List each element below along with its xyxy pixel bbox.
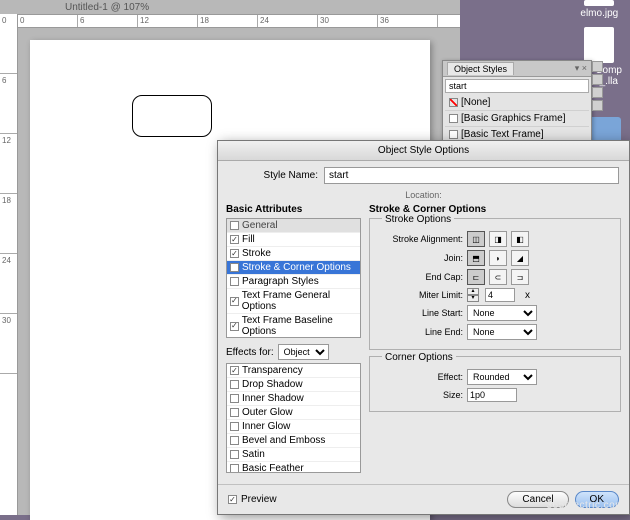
checkbox-icon[interactable] — [230, 235, 239, 244]
join-round-icon[interactable]: ◗ — [489, 250, 507, 266]
checkbox-icon[interactable] — [230, 422, 239, 431]
dialog-title: Object Style Options — [218, 141, 629, 161]
object-style-options-dialog: Object Style Options Style Name: Locatio… — [217, 140, 630, 515]
style-name-input[interactable] — [324, 167, 619, 184]
effect-row[interactable]: Satin — [227, 448, 360, 462]
effect-row[interactable]: Transparency — [227, 364, 360, 378]
attr-row[interactable]: Stroke & Corner Options — [227, 261, 360, 275]
checkbox-icon[interactable] — [230, 408, 239, 417]
basic-attributes-header: Basic Attributes — [226, 204, 361, 215]
attr-row[interactable]: Fill — [227, 233, 360, 247]
effect-row[interactable]: Basic Feather — [227, 462, 360, 473]
line-start-label: Line Start: — [378, 308, 463, 318]
watermark: 365electric.com — [546, 500, 624, 511]
preview-label: Preview — [241, 494, 277, 505]
line-start-select[interactable]: None — [467, 305, 537, 321]
attr-row[interactable]: Paragraph Styles — [227, 275, 360, 289]
panel-tab-object-styles[interactable]: Object Styles — [447, 62, 514, 75]
effect-row[interactable]: Drop Shadow — [227, 378, 360, 392]
image-file-icon — [584, 0, 614, 6]
stroke-options-group: Stroke Options Stroke Alignment: ◫ ◨ ◧ J… — [369, 218, 621, 350]
effects-list[interactable]: TransparencyDrop ShadowInner ShadowOuter… — [226, 363, 361, 473]
align-inside-icon[interactable]: ◨ — [489, 231, 507, 247]
swatch-icon — [449, 130, 458, 139]
corner-options-group: Corner Options Effect: Rounded Size: — [369, 356, 621, 412]
join-label: Join: — [378, 253, 463, 263]
attr-row[interactable]: Text Frame General Options — [227, 289, 360, 314]
line-end-label: Line End: — [378, 327, 463, 337]
attr-row[interactable]: Stroke — [227, 247, 360, 261]
effect-row[interactable]: Inner Glow — [227, 420, 360, 434]
join-miter-icon[interactable]: ⬒ — [467, 250, 485, 266]
panel-side-btn[interactable] — [592, 100, 603, 111]
miter-stepper[interactable]: ▴▾ — [467, 288, 479, 302]
align-center-icon[interactable]: ◫ — [467, 231, 485, 247]
panel-side-buttons — [592, 61, 605, 111]
preview-checkbox[interactable] — [228, 495, 237, 504]
endcap-label: End Cap: — [378, 272, 463, 282]
align-outside-icon[interactable]: ◧ — [511, 231, 529, 247]
attr-row[interactable]: General — [227, 219, 360, 233]
checkbox-icon[interactable] — [230, 380, 239, 389]
checkbox-icon[interactable] — [230, 394, 239, 403]
checkbox-icon[interactable] — [230, 464, 239, 473]
style-name-label: Style Name: — [228, 170, 318, 181]
ruler-horizontal: 061218243036 — [18, 14, 460, 28]
effects-for-label: Effects for: — [226, 347, 274, 358]
effect-row[interactable]: Outer Glow — [227, 406, 360, 420]
miter-x-label: x — [525, 290, 530, 301]
rounded-rectangle-object[interactable] — [132, 95, 212, 137]
cap-butt-icon[interactable]: ⊏ — [467, 269, 485, 285]
checkbox-icon[interactable] — [230, 366, 239, 375]
style-row-none[interactable]: [None] — [445, 95, 589, 111]
cap-project-icon[interactable]: ⊐ — [511, 269, 529, 285]
checkbox-icon[interactable] — [230, 249, 239, 258]
swatch-icon — [449, 114, 458, 123]
effect-row[interactable]: Inner Shadow — [227, 392, 360, 406]
corner-size-input[interactable] — [467, 388, 517, 402]
location-label: Location: — [218, 190, 629, 204]
style-row-graphics[interactable]: [Basic Graphics Frame] — [445, 111, 589, 127]
effects-for-select[interactable]: Object — [278, 344, 329, 360]
desktop-file-elmo[interactable]: elmo.jpg — [577, 0, 622, 19]
panel-side-btn[interactable] — [592, 61, 603, 72]
corner-effect-label: Effect: — [378, 372, 463, 382]
none-swatch-icon — [449, 98, 458, 107]
ruler-vertical: 0612182430 — [0, 14, 18, 515]
checkbox-icon[interactable] — [230, 450, 239, 459]
effect-row[interactable]: Bevel and Emboss — [227, 434, 360, 448]
panel-filter-field[interactable]: start — [445, 79, 589, 93]
document-title: Untitled-1 @ 107% — [65, 2, 149, 13]
corner-size-label: Size: — [378, 390, 463, 400]
checkbox-icon[interactable] — [230, 436, 239, 445]
checkbox-icon[interactable] — [230, 221, 239, 230]
line-end-select[interactable]: None — [467, 324, 537, 340]
cap-round-icon[interactable]: ⊂ — [489, 269, 507, 285]
join-bevel-icon[interactable]: ◢ — [511, 250, 529, 266]
corner-effect-select[interactable]: Rounded — [467, 369, 537, 385]
attr-row[interactable]: Text Frame Baseline Options — [227, 314, 360, 338]
stroke-alignment-label: Stroke Alignment: — [378, 234, 463, 244]
document-file-icon — [584, 27, 614, 63]
miter-limit-input[interactable] — [485, 288, 515, 302]
panel-side-btn[interactable] — [592, 74, 603, 85]
panel-side-btn[interactable] — [592, 87, 603, 98]
checkbox-icon[interactable] — [230, 297, 239, 306]
basic-attributes-list[interactable]: GeneralFillStrokeStroke & Corner Options… — [226, 218, 361, 338]
miter-limit-label: Miter Limit: — [378, 290, 463, 300]
checkbox-icon[interactable] — [230, 322, 239, 331]
checkbox-icon[interactable] — [230, 263, 239, 272]
panel-menu-icon[interactable]: ▾ × — [575, 63, 587, 74]
checkbox-icon[interactable] — [230, 277, 239, 286]
